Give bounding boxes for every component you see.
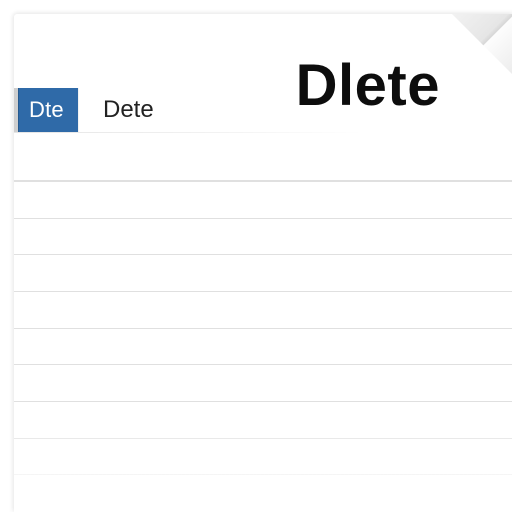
ruled-line bbox=[14, 219, 512, 256]
ruled-lines bbox=[14, 180, 512, 512]
ruled-line bbox=[14, 255, 512, 292]
ruled-line bbox=[14, 439, 512, 476]
tab-rest bbox=[178, 88, 512, 132]
tab-bar: Dte Dete bbox=[14, 88, 512, 132]
document-sheet: Dlete Dte Dete bbox=[14, 14, 512, 512]
ruled-line bbox=[14, 475, 512, 512]
tab-divider bbox=[14, 132, 512, 133]
ruled-line bbox=[14, 182, 512, 219]
ruled-line bbox=[14, 365, 512, 402]
ruled-line bbox=[14, 402, 512, 439]
ruled-line bbox=[14, 329, 512, 366]
page-fold-icon bbox=[452, 14, 512, 76]
tab-second-label: Dete bbox=[103, 96, 154, 124]
ruled-line bbox=[14, 292, 512, 329]
tab-second[interactable]: Dete bbox=[78, 88, 178, 132]
tab-active[interactable]: Dte bbox=[18, 88, 78, 132]
tab-active-label: Dte bbox=[29, 97, 64, 123]
